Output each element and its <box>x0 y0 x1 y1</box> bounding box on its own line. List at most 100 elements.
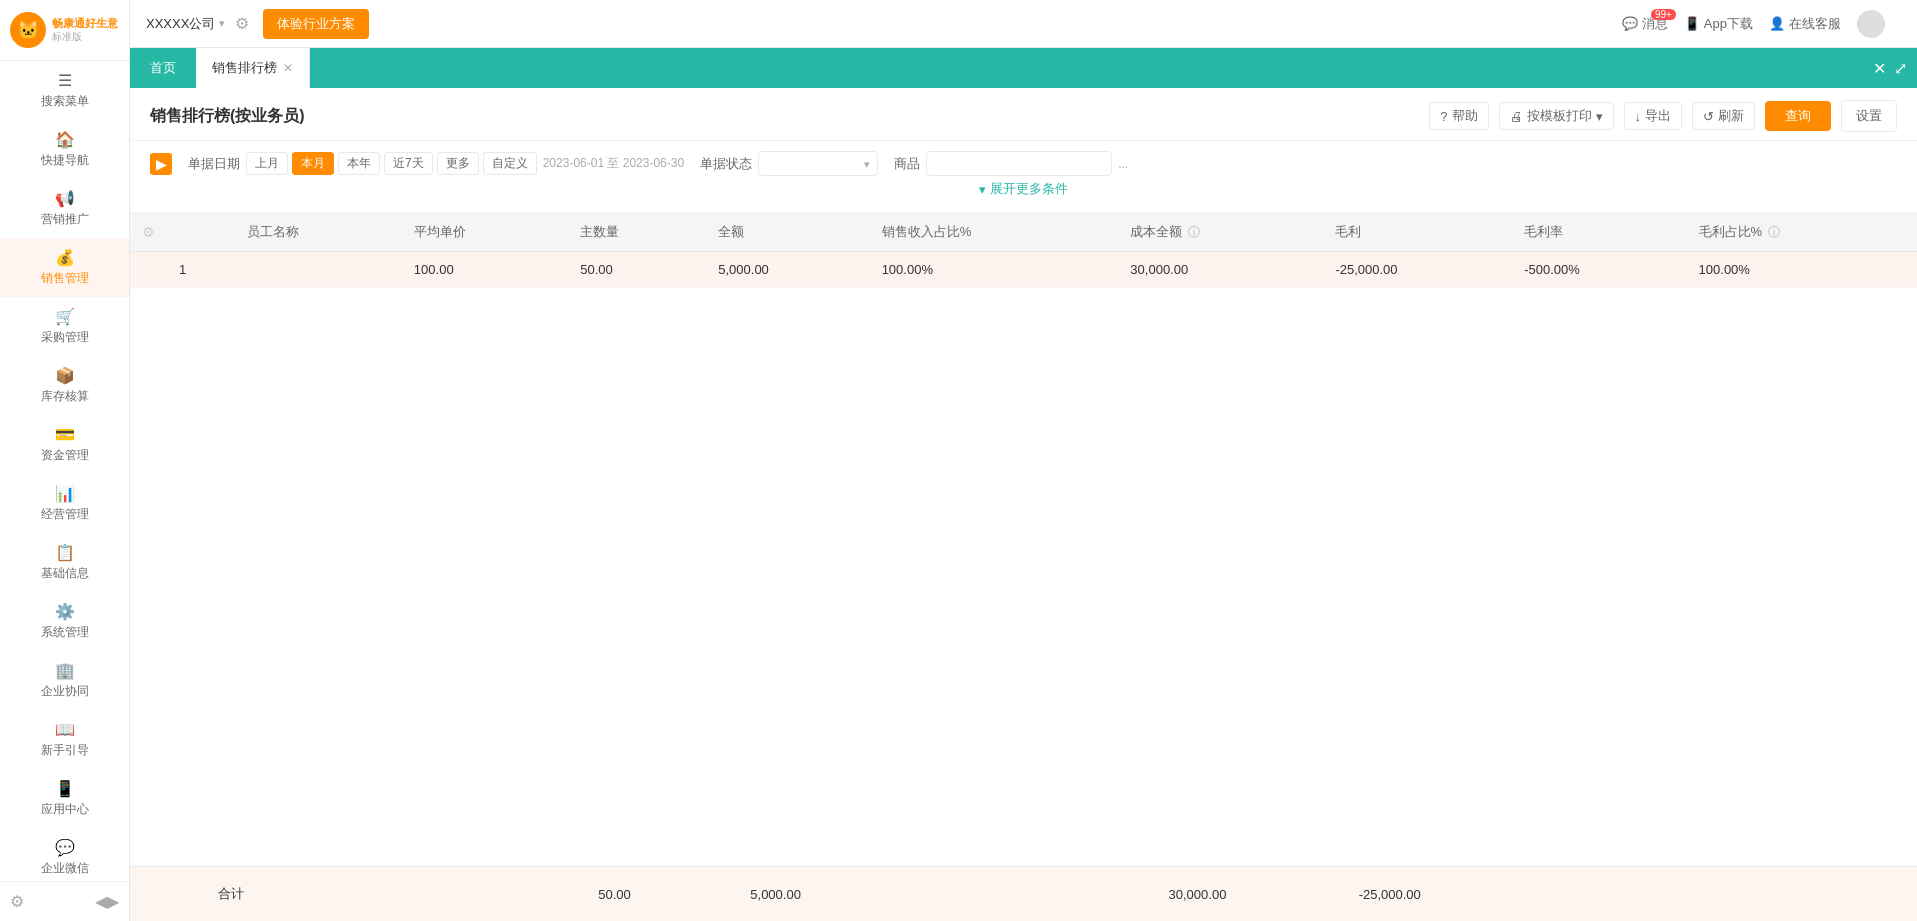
col-cost: 成本全额 ⓘ <box>1118 213 1323 252</box>
row-gross: -25,000.00 <box>1323 252 1512 288</box>
tab-sales-rank[interactable]: 销售排行榜 ✕ <box>196 48 310 88</box>
trial-btn[interactable]: 体验行业方案 <box>263 9 369 39</box>
sales-icon: 💰 <box>55 248 75 267</box>
sidebar-item-label: 系统管理 <box>41 624 89 641</box>
sidebar-item-finance[interactable]: 💳 资金管理 <box>0 415 129 474</box>
sidebar-item-search[interactable]: ☰ 搜索菜单 <box>0 61 129 120</box>
inventory-icon: 📦 <box>55 366 75 385</box>
footer-gross: -25,000.00 <box>1347 877 1537 911</box>
message-btn[interactable]: 💬 消息 99+ <box>1622 15 1668 33</box>
expand-more-btn[interactable]: ▾ 展开更多条件 <box>150 176 1897 202</box>
filter-date-item: 单据日期 上月 本月 本年 近7天 更多 自定义 2023-06-01 至 20… <box>188 152 684 175</box>
table-header-row: ⚙ 员工名称 平均单价 主数量 全额 销售收入占比% 成本全额 ⓘ 毛利 <box>130 213 1917 252</box>
apps-icon: 📱 <box>55 779 75 798</box>
footer-row: 合计 50.00 5,000.00 30,000.00 -25,000.00 <box>130 866 1917 921</box>
sidebar-item-baseinfo[interactable]: 📋 基础信息 <box>0 533 129 592</box>
cur-month-btn[interactable]: 本月 <box>292 152 334 175</box>
sidebar-item-sales[interactable]: 💰 销售管理 <box>0 238 129 297</box>
tabbar: 首页 销售排行榜 ✕ ✕ ⤢ <box>130 48 1917 88</box>
guide-icon: 📖 <box>55 720 75 739</box>
page-actions: ? 帮助 🖨 按模板打印 ▾ ↓ 导出 ↺ 刷新 查询 设置 <box>1429 100 1897 132</box>
avatar[interactable] <box>1857 10 1885 38</box>
sidebar-nav: ☰ 搜索菜单 🏠 快捷导航 📢 营销推广 💰 销售管理 🛒 采购管理 📦 库存核… <box>0 61 129 881</box>
col-avg-price: 平均单价 <box>402 213 568 252</box>
page-header: 销售排行榜(按业务员) ? 帮助 🖨 按模板打印 ▾ ↓ 导出 ↺ 刷新 查询 … <box>130 88 1917 141</box>
expand-icon: ▾ <box>979 182 986 197</box>
restore-icon[interactable]: ⤢ <box>1894 59 1907 78</box>
logo-sub: 标准版 <box>52 30 118 44</box>
print-btn[interactable]: 🖨 按模板打印 ▾ <box>1499 102 1614 130</box>
online-service-btn[interactable]: 👤 在线客服 <box>1769 15 1841 33</box>
sidebar: 🐱 畅康通好生意 标准版 ☰ 搜索菜单 🏠 快捷导航 📢 营销推广 💰 销售管理… <box>0 0 130 921</box>
sidebar-item-guide[interactable]: 📖 新手引导 <box>0 710 129 769</box>
export-btn[interactable]: ↓ 导出 <box>1624 102 1683 130</box>
wechat-icon: 💬 <box>55 838 75 857</box>
settings-bottom-icon[interactable]: ⚙ <box>10 892 24 911</box>
goods-more-icon[interactable]: ... <box>1118 157 1128 171</box>
help-icon: ? <box>1440 109 1447 124</box>
custom-btn[interactable]: 自定义 <box>483 152 537 175</box>
close-all-tabs-icon[interactable]: ✕ <box>1873 59 1886 78</box>
purchase-icon: 🛒 <box>55 307 75 326</box>
table-row: 1 100.00 50.00 5,000.00 100.00% 30,000.0… <box>130 252 1917 288</box>
sidebar-item-quicknav[interactable]: 🏠 快捷导航 <box>0 120 129 179</box>
table-settings-icon[interactable]: ⚙ <box>142 224 155 240</box>
tab-home[interactable]: 首页 <box>130 48 196 88</box>
goods-label: 商品 <box>894 155 920 173</box>
row-main-qty: 50.00 <box>568 252 706 288</box>
last7-btn[interactable]: 近7天 <box>384 152 433 175</box>
filter-row: ▶ 单据日期 上月 本月 本年 近7天 更多 自定义 2023-06-01 至 … <box>150 151 1897 176</box>
row-settings <box>130 252 167 288</box>
cur-year-btn[interactable]: 本年 <box>338 152 380 175</box>
footer-avg-price <box>396 877 586 911</box>
sidebar-item-label: 快捷导航 <box>41 152 89 169</box>
tab-close-icon[interactable]: ✕ <box>283 61 293 75</box>
status-select[interactable] <box>758 151 878 176</box>
table-wrapper: ⚙ 员工名称 平均单价 主数量 全额 销售收入占比% 成本全额 ⓘ 毛利 <box>130 213 1917 921</box>
refresh-btn[interactable]: ↺ 刷新 <box>1692 102 1755 130</box>
more-btn[interactable]: 更多 <box>437 152 479 175</box>
settings-btn[interactable]: 设置 <box>1841 100 1897 132</box>
sidebar-item-label: 库存核算 <box>41 388 89 405</box>
refresh-icon: ↺ <box>1703 109 1714 124</box>
topbar-settings-icon[interactable]: ⚙ <box>235 14 249 33</box>
help-btn[interactable]: ? 帮助 <box>1429 102 1488 130</box>
col-sales-pct: 销售收入占比% <box>870 213 1119 252</box>
collapse-icon[interactable]: ◀▶ <box>95 892 119 911</box>
prev-month-btn[interactable]: 上月 <box>246 152 288 175</box>
footer-cost: 30,000.00 <box>1157 877 1347 911</box>
sidebar-item-apps[interactable]: 📱 应用中心 <box>0 769 129 828</box>
sidebar-item-label: 企业协同 <box>41 683 89 700</box>
date-range-text: 2023-06-01 至 2023-06-30 <box>543 155 684 172</box>
sidebar-item-purchase[interactable]: 🛒 采购管理 <box>0 297 129 356</box>
enterprise-icon: 🏢 <box>55 661 75 680</box>
cost-info-icon[interactable]: ⓘ <box>1188 225 1200 239</box>
sidebar-item-inventory[interactable]: 📦 库存核算 <box>0 356 129 415</box>
row-gross-pct: 100.00% <box>1687 252 1917 288</box>
row-cost: 30,000.00 <box>1118 252 1323 288</box>
filter-area: ▶ 单据日期 上月 本月 本年 近7天 更多 自定义 2023-06-01 至 … <box>130 141 1917 213</box>
topbar-right: 💬 消息 99+ 📱 App下载 👤 在线客服 <box>1622 10 1901 38</box>
filter-goods-item: 商品 ... <box>894 151 1128 176</box>
baseinfo-icon: 📋 <box>55 543 75 562</box>
app-download-btn[interactable]: 📱 App下载 <box>1684 15 1753 33</box>
row-sales-pct: 100.00% <box>870 252 1119 288</box>
sidebar-item-system[interactable]: ⚙️ 系统管理 <box>0 592 129 651</box>
sidebar-item-wechat[interactable]: 💬 企业微信 <box>0 828 129 881</box>
col-main-qty: 主数量 <box>568 213 706 252</box>
query-btn[interactable]: 查询 <box>1765 101 1831 131</box>
col-settings[interactable]: ⚙ <box>130 213 167 252</box>
date-label: 单据日期 <box>188 155 240 173</box>
sidebar-item-enterprise[interactable]: 🏢 企业协同 <box>0 651 129 710</box>
sidebar-item-operations[interactable]: 📊 经营管理 <box>0 474 129 533</box>
page-title: 销售排行榜(按业务员) <box>150 106 305 127</box>
company-selector[interactable]: XXXXX公司 ▾ <box>146 15 225 33</box>
message-icon: 💬 <box>1622 16 1638 31</box>
operations-icon: 📊 <box>55 484 75 503</box>
sidebar-item-marketing[interactable]: 📢 营销推广 <box>0 179 129 238</box>
gross-pct-info-icon[interactable]: ⓘ <box>1768 225 1780 239</box>
filter-expand-arrow[interactable]: ▶ <box>150 153 172 175</box>
row-amount: 5,000.00 <box>706 252 869 288</box>
marketing-icon: 📢 <box>55 189 75 208</box>
goods-input[interactable] <box>926 151 1112 176</box>
